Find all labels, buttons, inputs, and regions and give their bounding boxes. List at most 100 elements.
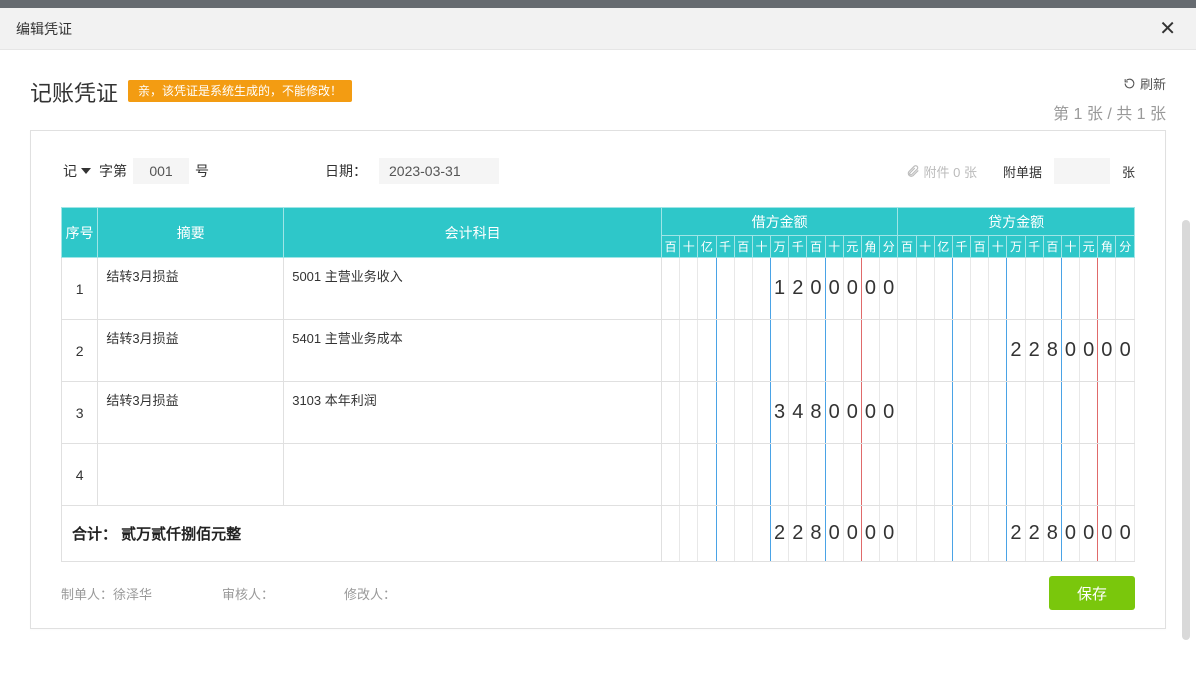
table-row[interactable]: 4 (62, 444, 1135, 506)
col-summary: 摘要 (98, 208, 284, 258)
debit-digit: 0 (880, 382, 898, 444)
debit-digit (752, 506, 770, 562)
credit-digit: 2 (1025, 320, 1043, 382)
digit-header: 十 (752, 236, 770, 258)
digit-header: 千 (1025, 236, 1043, 258)
digit-header: 亿 (934, 236, 952, 258)
close-icon[interactable]: ✕ (1155, 12, 1180, 45)
debit-digit: 0 (825, 258, 843, 320)
save-button[interactable]: 保存 (1049, 576, 1135, 610)
row-summary[interactable]: 结转3月损益 (98, 320, 284, 382)
modal-body: 记账凭证 亲，该凭证是系统生成的，不能修改！ 刷新 第 1 张 / 共 1 张 … (0, 50, 1196, 695)
credit-digit (898, 258, 916, 320)
voucher-type-select[interactable]: 记 (61, 157, 93, 185)
receipt-count-input[interactable] (1054, 158, 1110, 184)
credit-digit (1116, 444, 1135, 506)
row-summary[interactable]: 结转3月损益 (98, 382, 284, 444)
debit-digit: 3 (771, 382, 789, 444)
refresh-button[interactable]: 刷新 (1123, 74, 1166, 93)
credit-digit (898, 382, 916, 444)
digit-header: 千 (716, 236, 734, 258)
debit-digit (734, 258, 752, 320)
digit-header: 十 (989, 236, 1007, 258)
debit-digit (734, 320, 752, 382)
scrollbar-thumb[interactable] (1182, 220, 1190, 640)
credit-digit (916, 444, 934, 506)
row-index: 4 (62, 444, 98, 506)
modal-header: 编辑凭证 ✕ (0, 8, 1196, 50)
credit-digit (989, 258, 1007, 320)
debit-digit: 0 (843, 382, 861, 444)
readonly-warning-tag: 亲，该凭证是系统生成的，不能修改！ (128, 80, 352, 102)
modifier-info: 修改人： (344, 584, 396, 603)
debit-digit (716, 444, 734, 506)
debit-digit (662, 258, 680, 320)
debit-digit (698, 258, 716, 320)
row-account[interactable] (284, 444, 662, 506)
voucher-footer-row: 制单人：徐泽华 审核人： 修改人： 保存 (61, 576, 1135, 610)
row-summary[interactable]: 结转3月损益 (98, 258, 284, 320)
credit-digit (952, 444, 970, 506)
row-summary[interactable] (98, 444, 284, 506)
credit-digit (934, 258, 952, 320)
debit-digit (698, 382, 716, 444)
voucher-number-input[interactable] (133, 158, 189, 184)
digit-header: 分 (1116, 236, 1135, 258)
debit-digit (752, 258, 770, 320)
row-account[interactable]: 5001 主营业务收入 (284, 258, 662, 320)
table-row[interactable]: 1结转3月损益5001 主营业务收入1200000 (62, 258, 1135, 320)
row-account[interactable]: 5401 主营业务成本 (284, 320, 662, 382)
debit-digit: 0 (861, 258, 879, 320)
debit-digit (662, 382, 680, 444)
debit-digit: 8 (807, 506, 825, 562)
row-account[interactable]: 3103 本年利润 (284, 382, 662, 444)
debit-digit (680, 320, 698, 382)
table-header: 序号 摘要 会计科目 借方金额 贷方金额 百十亿千百十万千百十元角分百十亿千百十… (62, 208, 1135, 258)
digit-header: 元 (843, 236, 861, 258)
digit-header: 十 (916, 236, 934, 258)
debit-digit (825, 320, 843, 382)
debit-digit (734, 444, 752, 506)
voucher-entries-table: 序号 摘要 会计科目 借方金额 贷方金额 百十亿千百十万千百十元角分百十亿千百十… (61, 207, 1135, 562)
voucher-date-input[interactable] (379, 158, 499, 184)
credit-digit (898, 320, 916, 382)
modal-title: 编辑凭证 (16, 19, 72, 39)
debit-digit (752, 382, 770, 444)
table-row[interactable]: 2结转3月损益5401 主营业务成本2280000 (62, 320, 1135, 382)
credit-digit (1043, 444, 1061, 506)
maker-info: 制单人：徐泽华 (61, 584, 152, 603)
credit-digit (1007, 382, 1025, 444)
col-credit: 贷方金额 (898, 208, 1135, 236)
credit-digit (934, 382, 952, 444)
credit-digit: 2 (1007, 506, 1025, 562)
debit-digit (680, 382, 698, 444)
credit-digit (1007, 444, 1025, 506)
debit-digit (843, 444, 861, 506)
voucher-card: 记 字第 号 日期： 附件 0 张 附单据 张 (30, 130, 1166, 629)
pager-info: 第 1 张 / 共 1 张 (1053, 100, 1166, 124)
total-row: 合计： 贰万贰仟捌佰元整22800002280000 (62, 506, 1135, 562)
credit-digit (934, 444, 952, 506)
digit-header: 角 (861, 236, 879, 258)
credit-digit (971, 444, 989, 506)
voucher-type-label: 记 (63, 161, 77, 181)
debit-digit: 1 (771, 258, 789, 320)
debit-digit (861, 444, 879, 506)
attachment-text: 附件 0 张 (924, 162, 977, 181)
credit-digit (1061, 444, 1079, 506)
attachment-link[interactable]: 附件 0 张 (906, 162, 977, 181)
digit-header: 万 (1007, 236, 1025, 258)
credit-digit (898, 444, 916, 506)
credit-digit (952, 258, 970, 320)
credit-digit (1007, 258, 1025, 320)
table-row[interactable]: 3结转3月损益3103 本年利润3480000 (62, 382, 1135, 444)
credit-digit (1061, 382, 1079, 444)
debit-digit (716, 258, 734, 320)
debit-digit (789, 444, 807, 506)
debit-digit (861, 320, 879, 382)
digit-header: 百 (971, 236, 989, 258)
debit-digit (680, 258, 698, 320)
row-index: 2 (62, 320, 98, 382)
digit-header: 万 (771, 236, 789, 258)
debit-digit: 2 (789, 506, 807, 562)
